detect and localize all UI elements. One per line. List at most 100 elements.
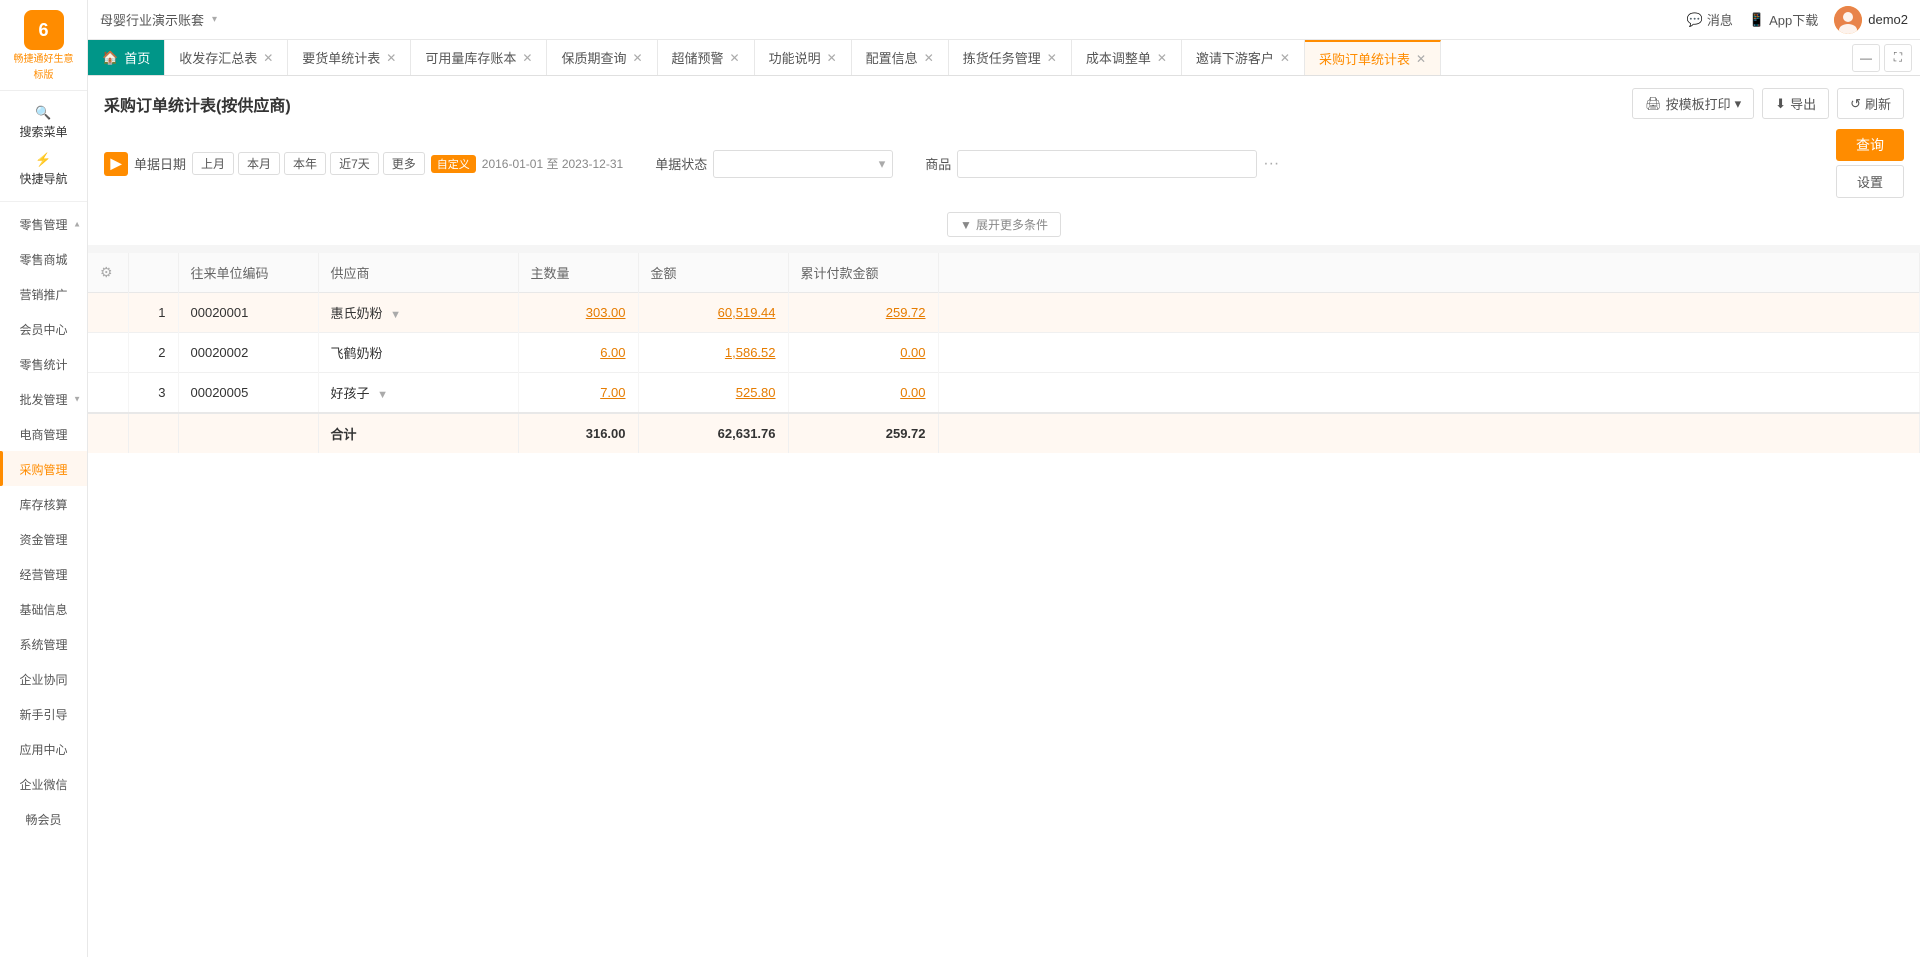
export-button[interactable]: ⬇ 导出 <box>1762 88 1829 119</box>
tab-overstock-alert-label: 超储预警 <box>672 48 724 67</box>
sidebar-item-zero-sales[interactable]: 零售管理 <box>0 206 87 241</box>
table-header: ⚙ 往来单位编码 供应商 主数量 金额 累计付款金额 <box>88 253 1920 293</box>
filter-date-this-month[interactable]: 本月 <box>238 152 280 175</box>
company-dropdown-icon[interactable]: ▾ <box>212 14 217 25</box>
tab-invite-downstream-label: 邀请下游客户 <box>1196 48 1274 67</box>
table-settings-icon[interactable]: ⚙ <box>100 264 113 280</box>
message-button[interactable]: 💬 消息 <box>1687 10 1733 29</box>
sidebar-item-quicknav[interactable]: ⚡ 快捷导航 <box>6 146 81 193</box>
tab-config-info[interactable]: 配置信息 ✕ <box>852 40 949 76</box>
zero-stat-label: 零售统计 <box>19 356 67 373</box>
filter-date-last-month[interactable]: 上月 <box>192 152 234 175</box>
refresh-button[interactable]: ↺ 刷新 <box>1837 88 1904 119</box>
row1-setting <box>88 293 128 333</box>
filter-date-this-year[interactable]: 本年 <box>284 152 326 175</box>
tab-pick-task[interactable]: 拣货任务管理 ✕ <box>949 40 1072 76</box>
filter-goods-more-icon[interactable]: ··· <box>1263 155 1279 173</box>
operation-label: 经营管理 <box>19 566 67 583</box>
sidebar-item-finance[interactable]: 资金管理 <box>0 521 87 556</box>
print-dropdown-icon: ▾ <box>1735 96 1742 112</box>
tab-function-desc[interactable]: 功能说明 ✕ <box>755 40 852 76</box>
sidebar-item-member[interactable]: 会员中心 <box>0 311 87 346</box>
row1-qty[interactable]: 303.00 <box>518 293 638 333</box>
sidebar-item-newbie[interactable]: 新手引导 <box>0 696 87 731</box>
row3-qty[interactable]: 7.00 <box>518 373 638 414</box>
tab-overstock-alert[interactable]: 超储预警 ✕ <box>658 40 755 76</box>
filter-status-select[interactable] <box>713 150 893 178</box>
tab-available-stock-close[interactable]: ✕ <box>522 51 532 65</box>
row1-amount[interactable]: 60,519.44 <box>638 293 788 333</box>
filter-custom-badge[interactable]: 自定义 <box>431 155 476 173</box>
tab-receive-summary-close[interactable]: ✕ <box>263 51 273 65</box>
app-download-button[interactable]: 📱 App下载 <box>1749 10 1818 29</box>
sidebar-item-search[interactable]: 🔍 搜索菜单 <box>6 99 81 146</box>
tab-purchase-summary-close[interactable]: ✕ <box>1416 52 1426 66</box>
tab-home[interactable]: 🏠 首页 <box>88 40 165 76</box>
zero-shop-label: 零售商城 <box>19 251 67 268</box>
filter-toggle-button[interactable]: ▶ <box>104 152 128 176</box>
filter-date-7days[interactable]: 近7天 <box>330 152 379 175</box>
settings-button[interactable]: 设置 <box>1836 165 1904 198</box>
sidebar-item-basic[interactable]: 基础信息 <box>0 591 87 626</box>
tab-config-info-close[interactable]: ✕ <box>924 51 934 65</box>
sidebar-item-app-center[interactable]: 应用中心 <box>0 731 87 766</box>
tab-receive-summary[interactable]: 收发存汇总表 ✕ <box>165 40 288 76</box>
filter-date-more[interactable]: 更多 <box>383 152 425 175</box>
filter-bar: ▶ 单据日期 上月 本月 本年 近7天 更多 自定义 2016-01-01 至 … <box>88 119 1920 208</box>
message-icon: 💬 <box>1687 12 1703 28</box>
tab-expiry-query[interactable]: 保质期查询 ✕ <box>547 40 657 76</box>
tab-pick-task-close[interactable]: ✕ <box>1047 51 1057 65</box>
query-button[interactable]: 查询 <box>1836 129 1904 161</box>
sidebar-item-collab[interactable]: 企业协同 <box>0 661 87 696</box>
print-button[interactable]: 🖨 按模板打印 ▾ <box>1632 88 1754 119</box>
avatar <box>1834 6 1862 34</box>
row2-paid[interactable]: 0.00 <box>788 333 938 373</box>
sidebar-item-zero-stat[interactable]: 零售统计 <box>0 346 87 381</box>
tab-function-desc-label: 功能说明 <box>769 48 821 67</box>
tab-function-desc-close[interactable]: ✕ <box>827 51 837 65</box>
inventory-label: 库存核算 <box>19 496 67 513</box>
row2-qty[interactable]: 6.00 <box>518 333 638 373</box>
tab-expiry-query-close[interactable]: ✕ <box>632 51 642 65</box>
sidebar-item-inventory[interactable]: 库存核算 <box>0 486 87 521</box>
search-label: 搜索菜单 <box>19 123 67 140</box>
tab-receive-summary-label: 收发存汇总表 <box>179 48 257 67</box>
sidebar-item-marketing[interactable]: 营销推广 <box>0 276 87 311</box>
tab-overstock-alert-close[interactable]: ✕ <box>730 51 740 65</box>
sidebar-item-vip[interactable]: 畅会员 <box>0 801 87 836</box>
sidebar-item-zero-shop[interactable]: 零售商城 <box>0 241 87 276</box>
sidebar-item-wholesale[interactable]: 批发管理 <box>0 381 87 416</box>
finance-label: 资金管理 <box>19 531 67 548</box>
tab-invite-downstream[interactable]: 邀请下游客户 ✕ <box>1182 40 1305 76</box>
sidebar-item-operation[interactable]: 经营管理 <box>0 556 87 591</box>
tab-cost-adjust[interactable]: 成本调整单 ✕ <box>1072 40 1182 76</box>
app-label: App下载 <box>1769 10 1818 29</box>
footer-setting <box>88 413 128 453</box>
tab-purchase-summary[interactable]: 采购订单统计表 ✕ <box>1305 40 1441 76</box>
tab-invite-downstream-close[interactable]: ✕ <box>1280 51 1290 65</box>
expand-more-button[interactable]: ▼ 展开更多条件 <box>947 212 1061 237</box>
tab-order-summary[interactable]: 要货单统计表 ✕ <box>288 40 411 76</box>
sidebar-item-purchase[interactable]: 采购管理 <box>0 451 87 486</box>
page-title: 采购订单统计表(按供应商) <box>104 92 291 116</box>
sidebar-item-system[interactable]: 系统管理 <box>0 626 87 661</box>
th-setting: ⚙ <box>88 253 128 293</box>
sidebar-item-ecommerce[interactable]: 电商管理 <box>0 416 87 451</box>
tab-cost-adjust-close[interactable]: ✕ <box>1157 51 1167 65</box>
tabbar-controls: — ⛶ <box>1848 44 1920 72</box>
row3-paid[interactable]: 0.00 <box>788 373 938 414</box>
row2-amount[interactable]: 1,586.52 <box>638 333 788 373</box>
tab-order-summary-close[interactable]: ✕ <box>386 51 396 65</box>
row1-expand-icon[interactable]: ▼ <box>390 309 401 321</box>
user-menu[interactable]: demo2 <box>1834 6 1908 34</box>
tab-maximize-button[interactable]: ⛶ <box>1884 44 1912 72</box>
row3-expand-icon[interactable]: ▼ <box>377 389 388 401</box>
refresh-label: 刷新 <box>1865 94 1891 113</box>
row3-amount[interactable]: 525.80 <box>638 373 788 414</box>
tab-minimize-button[interactable]: — <box>1852 44 1880 72</box>
sidebar-item-enterprise-wechat[interactable]: 企业微信 <box>0 766 87 801</box>
filter-goods-input[interactable] <box>957 150 1257 178</box>
row1-seq: 1 <box>128 293 178 333</box>
tab-available-stock[interactable]: 可用量库存账本 ✕ <box>411 40 547 76</box>
row1-paid[interactable]: 259.72 <box>788 293 938 333</box>
